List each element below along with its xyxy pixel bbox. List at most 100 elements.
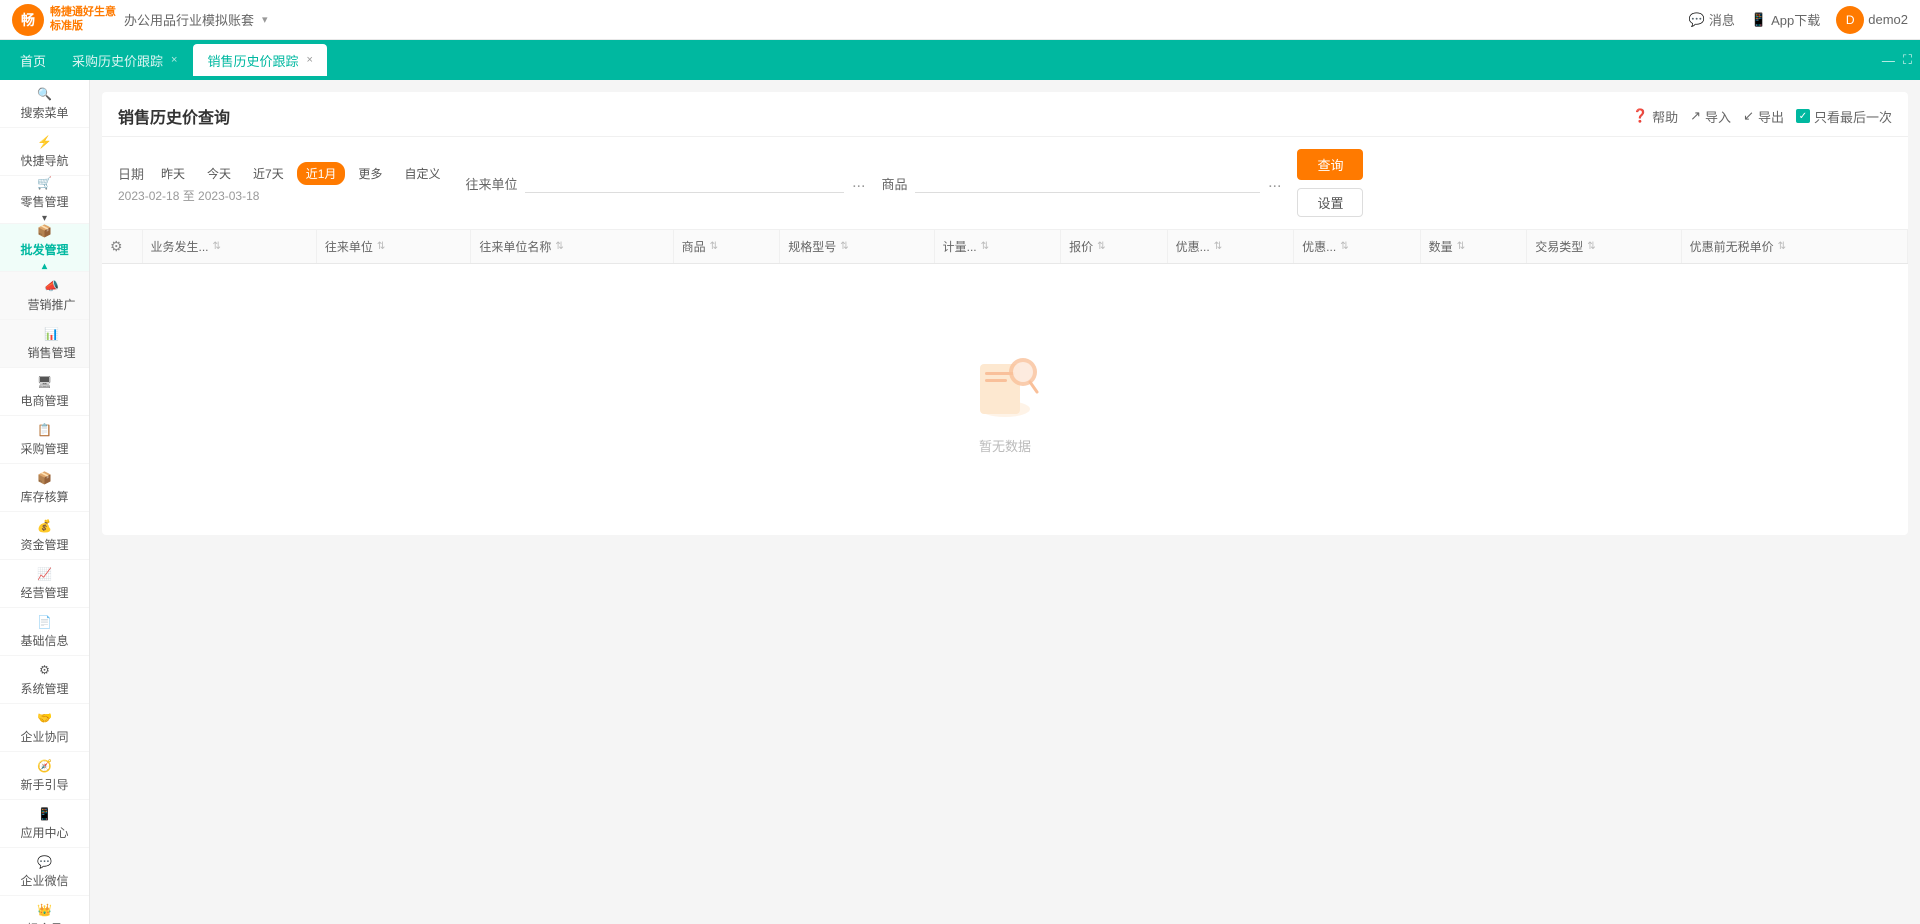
table-header: ⚙ 业务发生... ⇅ 往来单位 <box>102 230 1908 264</box>
date-btn-today[interactable]: 今天 <box>198 162 240 185</box>
wholesale-icon: 📦 <box>37 224 52 238</box>
sidebar-item-wechat[interactable]: 💬 企业微信 <box>0 848 89 896</box>
sort-source-unit-name: ⇅ <box>555 241 563 252</box>
guide-icon: 🧭 <box>37 759 52 773</box>
sidebar-item-marketing[interactable]: 📣 营销推广 <box>0 272 89 320</box>
sidebar-item-quicknav[interactable]: ⚡ 快捷导航 <box>0 128 89 176</box>
col-spec[interactable]: 规格型号 ⇅ <box>780 230 934 264</box>
top-bar: 畅 畅捷通好生意 标准版 办公用品行业模拟账套 ▾ 💬 消息 📱 App下载 D… <box>0 0 1920 40</box>
content-area: 销售历史价查询 ❓ 帮助 ↗ 导入 ↙ 导出 ✓ <box>90 80 1920 924</box>
tab-sales-history[interactable]: 销售历史价跟踪 × <box>193 44 326 76</box>
col-quote[interactable]: 报价 ⇅ <box>1061 230 1168 264</box>
tab-minimize-icon[interactable]: — <box>1882 53 1895 68</box>
import-button[interactable]: ↗ 导入 <box>1690 107 1731 126</box>
ecommerce-icon: 🖥 <box>37 375 52 389</box>
tab-bar-controls: — ⛶ <box>1882 52 1912 68</box>
marketing-icon: 📣 <box>44 279 59 293</box>
date-btn-yesterday[interactable]: 昨天 <box>152 162 194 185</box>
goods-picker[interactable]: ... <box>1268 174 1281 192</box>
sort-unit: ⇅ <box>981 241 989 252</box>
source-unit-picker[interactable]: ... <box>852 174 865 192</box>
wholesale-arrow: ▴ <box>42 261 47 272</box>
download-icon: 📱 <box>1751 12 1767 28</box>
sort-trade-type: ⇅ <box>1587 241 1595 252</box>
import-icon: ↗ <box>1690 108 1701 124</box>
date-btn-7days[interactable]: 近7天 <box>244 162 293 185</box>
sidebar-item-inventory[interactable]: 📦 库存核算 <box>0 464 89 512</box>
finance-icon: 💰 <box>37 519 52 533</box>
help-button[interactable]: ❓ 帮助 <box>1632 107 1678 126</box>
col-discount2[interactable]: 优惠... ⇅ <box>1294 230 1421 264</box>
goods-input[interactable] <box>915 173 1260 193</box>
sidebar-item-app-center[interactable]: 📱 应用中心 <box>0 800 89 848</box>
sidebar-item-enterprise-collab[interactable]: 🤝 企业协同 <box>0 704 89 752</box>
retail-arrow: ▾ <box>42 213 47 224</box>
window-title-dropdown[interactable]: ▾ <box>262 13 268 26</box>
tab-maximize-icon[interactable]: ⛶ <box>1903 52 1912 68</box>
tab-sales-close[interactable]: × <box>306 54 312 66</box>
page-header: 销售历史价查询 ❓ 帮助 ↗ 导入 ↙ 导出 ✓ <box>102 92 1908 137</box>
source-unit-filter: 往来单位 ... <box>465 173 865 193</box>
sidebar-item-sales-mgmt[interactable]: 📊 销售管理 <box>0 320 89 368</box>
message-button[interactable]: 💬 消息 <box>1689 10 1735 29</box>
logo-area: 畅 畅捷通好生意 标准版 <box>12 4 116 36</box>
goods-label: 商品 <box>881 174 907 193</box>
quicknav-icon: ⚡ <box>37 135 52 149</box>
date-btn-custom[interactable]: 自定义 <box>395 162 449 185</box>
sort-goods: ⇅ <box>710 241 718 252</box>
col-quantity[interactable]: 数量 ⇅ <box>1420 230 1527 264</box>
member-icon: 👑 <box>37 903 52 917</box>
col-trade-type[interactable]: 交易类型 ⇅ <box>1527 230 1681 264</box>
search-icon: 🔍 <box>37 87 52 101</box>
logo-icon: 畅 <box>12 4 44 36</box>
tab-purchase-history[interactable]: 采购历史价跟踪 × <box>58 44 191 76</box>
operation-icon: 📈 <box>37 567 52 581</box>
tab-home[interactable]: 首页 <box>8 51 58 70</box>
data-table: ⚙ 业务发生... ⇅ 往来单位 <box>102 230 1908 264</box>
setting-button[interactable]: 设置 <box>1297 188 1363 217</box>
col-goods[interactable]: 商品 ⇅ <box>673 230 780 264</box>
col-business-date[interactable]: 业务发生... ⇅ <box>142 230 316 264</box>
avatar: D <box>1836 6 1864 34</box>
app-center-icon: 📱 <box>37 807 52 821</box>
only-last-checkbox[interactable]: ✓ 只看最后一次 <box>1796 107 1892 126</box>
sidebar-item-search[interactable]: 🔍 搜索菜单 <box>0 80 89 128</box>
user-area[interactable]: D demo2 <box>1836 6 1908 34</box>
date-btn-1month[interactable]: 近1月 <box>297 162 346 185</box>
sidebar-item-system[interactable]: ⚙ 系统管理 <box>0 656 89 704</box>
col-source-unit[interactable]: 往来单位 ⇅ <box>316 230 470 264</box>
page-container: 销售历史价查询 ❓ 帮助 ↗ 导入 ↙ 导出 ✓ <box>102 92 1908 535</box>
sidebar-item-wholesale[interactable]: 📦 批发管理 ▴ <box>0 224 89 272</box>
filter-area: 日期 昨天 今天 近7天 近1月 更多 自定义 2023-02-18 至 202… <box>102 137 1908 230</box>
date-label: 日期 <box>118 164 144 183</box>
col-discount1[interactable]: 优惠... ⇅ <box>1167 230 1294 264</box>
page-actions: ❓ 帮助 ↗ 导入 ↙ 导出 ✓ 只看最后一次 <box>1632 107 1892 126</box>
sidebar-item-purchase[interactable]: 📋 采购管理 <box>0 416 89 464</box>
col-source-unit-name[interactable]: 往来单位名称 ⇅ <box>471 230 673 264</box>
goods-filter: 商品 ... <box>881 173 1281 193</box>
table-area: ⚙ 业务发生... ⇅ 往来单位 <box>102 230 1908 535</box>
source-unit-label: 往来单位 <box>465 174 517 193</box>
table-settings-icon[interactable]: ⚙ <box>110 238 123 254</box>
date-btn-more[interactable]: 更多 <box>349 162 391 185</box>
col-unit[interactable]: 计量... ⇅ <box>934 230 1061 264</box>
app-download-button[interactable]: 📱 App下载 <box>1751 10 1820 29</box>
sidebar-item-guide[interactable]: 🧭 新手引导 <box>0 752 89 800</box>
sidebar-item-ecommerce[interactable]: 🖥 电商管理 <box>0 368 89 416</box>
sidebar: 🔍 搜索菜单 ⚡ 快捷导航 🛒 零售管理 ▾ 📦 批发管理 ▴ 📣 营销推广 📊… <box>0 80 90 924</box>
collab-icon: 🤝 <box>37 711 52 725</box>
sidebar-item-member[interactable]: 👑 畅会员 <box>0 896 89 924</box>
tab-purchase-close[interactable]: × <box>171 54 177 66</box>
date-buttons: 昨天 今天 近7天 近1月 更多 自定义 <box>152 162 449 185</box>
date-filter: 日期 昨天 今天 近7天 近1月 更多 自定义 2023-02-18 至 202… <box>118 162 449 204</box>
empty-icon <box>965 344 1045 424</box>
source-unit-input[interactable] <box>525 173 844 193</box>
query-button[interactable]: 查询 <box>1297 149 1363 180</box>
sidebar-item-operation[interactable]: 📈 经营管理 <box>0 560 89 608</box>
sidebar-item-retail[interactable]: 🛒 零售管理 ▾ <box>0 176 89 224</box>
export-button[interactable]: ↙ 导出 <box>1743 107 1784 126</box>
sort-pre-tax: ⇅ <box>1778 241 1786 252</box>
sidebar-item-basic-info[interactable]: 📄 基础信息 <box>0 608 89 656</box>
col-pre-tax[interactable]: 优惠前无税单价 ⇅ <box>1681 230 1907 264</box>
sidebar-item-finance[interactable]: 💰 资金管理 <box>0 512 89 560</box>
